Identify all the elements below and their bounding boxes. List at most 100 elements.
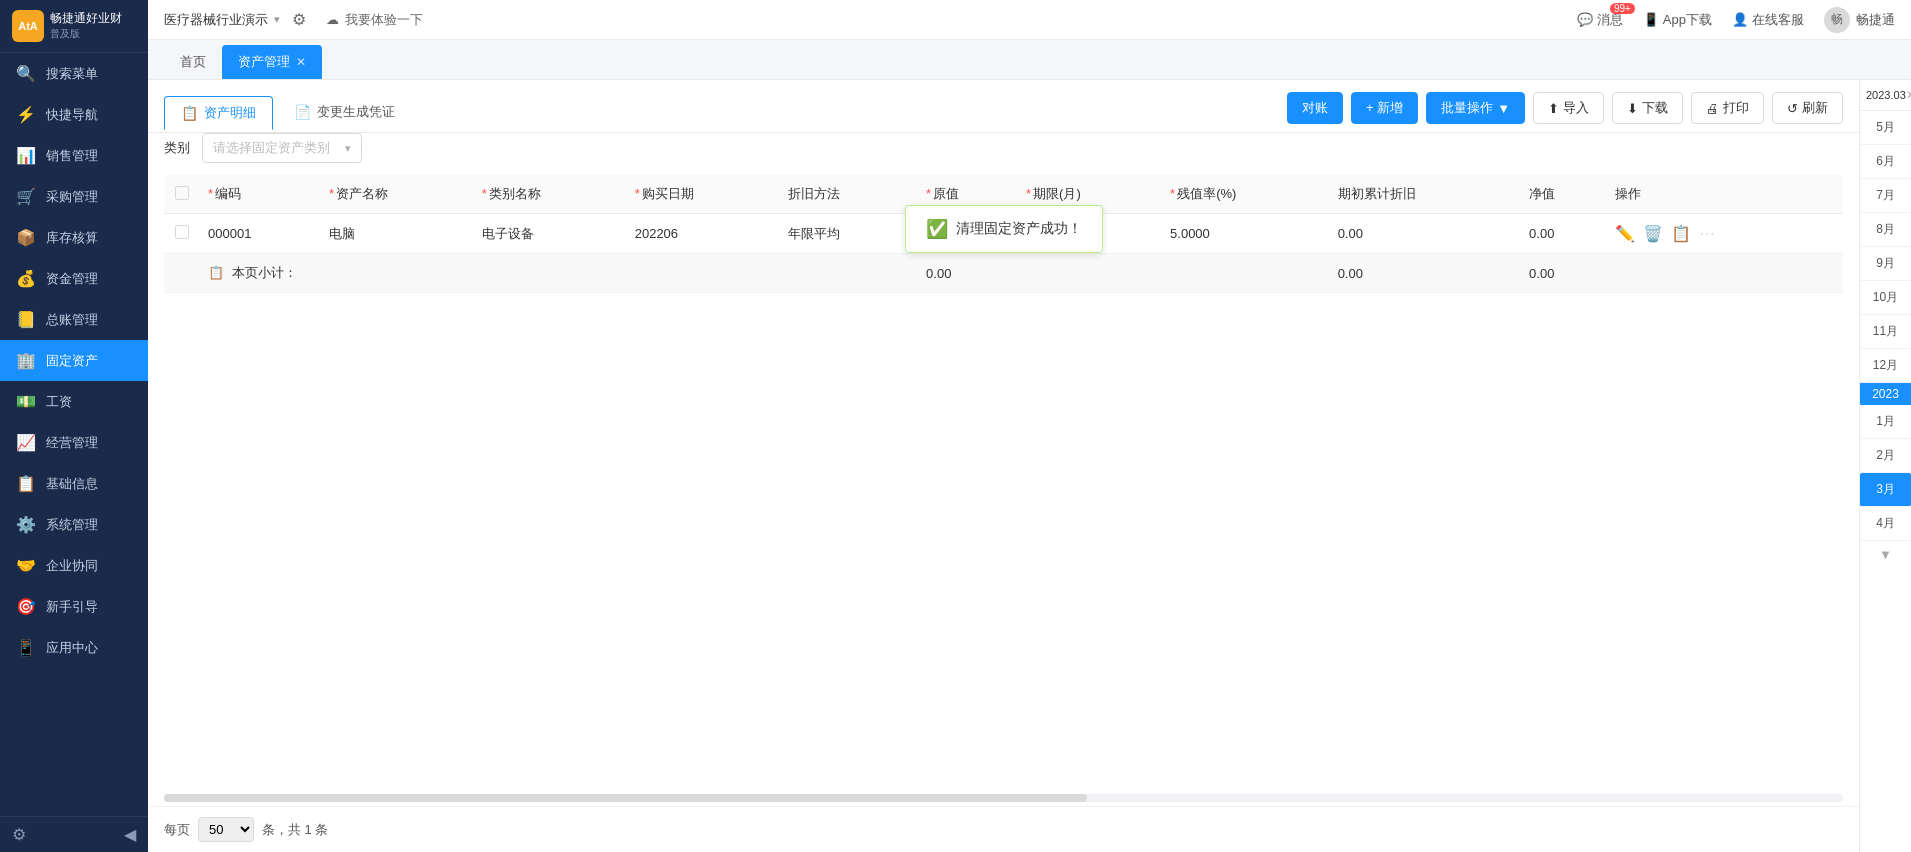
year-title: 2023.03 xyxy=(1866,89,1906,101)
sidebar-item-purchase[interactable]: 🛒 采购管理 xyxy=(0,176,148,217)
refresh-button[interactable]: ↺ 刷新 xyxy=(1772,92,1843,124)
month-10[interactable]: 10月 xyxy=(1860,281,1911,315)
cell-net-value: 0.00 xyxy=(1521,214,1607,254)
online-service-label: 在线客服 xyxy=(1752,11,1804,29)
import-button[interactable]: ⬆ 导入 xyxy=(1533,92,1604,124)
service-icon: 👤 xyxy=(1732,12,1748,27)
category-placeholder: 请选择固定资产类别 xyxy=(213,139,339,157)
header-checkbox[interactable] xyxy=(175,186,189,200)
sidebar-item-system[interactable]: ⚙️ 系统管理 xyxy=(0,504,148,545)
copy-icon[interactable]: 📋 xyxy=(1671,224,1691,243)
settings-icon[interactable]: ⚙ xyxy=(12,825,26,844)
asset-detail-icon: 📋 xyxy=(181,105,198,121)
sidebar-item-label-system: 系统管理 xyxy=(46,516,98,534)
header-initial-accumulated: 期初累计折旧 xyxy=(1330,175,1521,214)
sidebar-item-ledger[interactable]: 📒 总账管理 xyxy=(0,299,148,340)
year-label-2023[interactable]: 2023 xyxy=(1860,383,1911,405)
system-icon: ⚙️ xyxy=(16,515,36,534)
month-8[interactable]: 8月 xyxy=(1860,213,1911,247)
new-button[interactable]: + 新增 xyxy=(1351,92,1418,124)
sidebar-item-label-quick-nav: 快捷导航 xyxy=(46,106,98,124)
ledger-icon: 📒 xyxy=(16,310,36,329)
cloud-icon: ☁ xyxy=(326,12,339,27)
month-1[interactable]: 1月 xyxy=(1860,405,1911,439)
edit-icon[interactable]: ✏️ xyxy=(1615,224,1635,243)
month-12[interactable]: 12月 xyxy=(1860,349,1911,383)
select-arrow-icon: ▾ xyxy=(345,142,351,155)
cell-code: 000001 xyxy=(200,214,321,254)
horizontal-scrollbar[interactable] xyxy=(148,790,1859,806)
sidebar-item-enterprise[interactable]: 🤝 企业协同 xyxy=(0,545,148,586)
cell-name: 电脑 xyxy=(321,214,474,254)
sidebar-item-quick-nav[interactable]: ⚡ 快捷导航 xyxy=(0,94,148,135)
collapse-icon[interactable]: ◀ xyxy=(124,825,136,844)
online-service-button[interactable]: 👤 在线客服 xyxy=(1732,11,1804,29)
change-voucher-icon: 📄 xyxy=(294,104,311,120)
sidebar-item-label-basic-info: 基础信息 xyxy=(46,475,98,493)
month-5[interactable]: 5月 xyxy=(1860,111,1911,145)
experience-label: 我要体验一下 xyxy=(345,11,423,29)
year-sidebar: 2023.03 ✕ ⤢ 5月 6月 7月 8月 9月 10月 11月 12月 2… xyxy=(1859,80,1911,852)
sidebar-item-payroll[interactable]: 💵 工资 xyxy=(0,381,148,422)
quick-nav-icon: ⚡ xyxy=(16,105,36,124)
month-4[interactable]: 4月 xyxy=(1860,507,1911,541)
sales-icon: 📊 xyxy=(16,146,36,165)
avatar: 畅 xyxy=(1824,7,1850,33)
sub-tab-change-voucher[interactable]: 📄 变更生成凭证 xyxy=(277,95,412,129)
filter-label: 类别 xyxy=(164,139,190,157)
month-7[interactable]: 7月 xyxy=(1860,179,1911,213)
guide-icon: 🎯 xyxy=(16,597,36,616)
per-page-select[interactable]: 50 10 20 100 xyxy=(198,817,254,842)
sidebar-item-label-operations: 经营管理 xyxy=(46,434,98,452)
reconcile-button[interactable]: 对账 xyxy=(1287,92,1343,124)
sidebar-item-capital[interactable]: 💰 资金管理 xyxy=(0,258,148,299)
header-purchase-date: *购买日期 xyxy=(627,175,780,214)
batch-label: 批量操作 xyxy=(1441,99,1493,117)
sub-tab-asset-detail[interactable]: 📋 资产明细 xyxy=(164,96,273,130)
more-icon[interactable]: ⋯ xyxy=(1699,224,1715,243)
month-9[interactable]: 9月 xyxy=(1860,247,1911,281)
sidebar-item-operations[interactable]: 📈 经营管理 xyxy=(0,422,148,463)
sidebar-item-app-center[interactable]: 📱 应用中心 xyxy=(0,627,148,668)
success-toast: ✅ 清理固定资产成功！ xyxy=(905,205,1103,253)
download-button[interactable]: ⬇ 下载 xyxy=(1612,92,1683,124)
company-selector[interactable]: 医疗器械行业演示 ▾ xyxy=(164,11,280,29)
experience-button[interactable]: ☁ 我要体验一下 xyxy=(326,11,423,29)
sidebar-item-label-sales: 销售管理 xyxy=(46,147,98,165)
home-tab-label: 首页 xyxy=(180,53,206,71)
total-count-label: 条，共 1 条 xyxy=(262,821,328,839)
user-profile[interactable]: 畅 畅捷通 xyxy=(1824,7,1895,33)
main-panel: 📋 资产明细 📄 变更生成凭证 对账 + 新增 批量操作 ▼ ⬆ xyxy=(148,80,1859,852)
category-select[interactable]: 请选择固定资产类别 ▾ xyxy=(202,133,362,163)
batch-button[interactable]: 批量操作 ▼ xyxy=(1426,92,1525,124)
sidebar-item-guide[interactable]: 🎯 新手引导 xyxy=(0,586,148,627)
delete-icon[interactable]: 🗑️ xyxy=(1643,224,1663,243)
cell-depreciation: 年限平均 xyxy=(780,214,919,254)
sidebar-item-basic-info[interactable]: 📋 基础信息 xyxy=(0,463,148,504)
notifications-button[interactable]: 💬 消息 99+ xyxy=(1577,11,1623,29)
batch-arrow-icon: ▼ xyxy=(1497,101,1510,116)
month-6[interactable]: 6月 xyxy=(1860,145,1911,179)
tab-asset-mgmt[interactable]: 资产管理 ✕ xyxy=(222,45,322,79)
tab-home[interactable]: 首页 xyxy=(164,45,222,79)
month-2[interactable]: 2月 xyxy=(1860,439,1911,473)
app-download-button[interactable]: 📱 App下载 xyxy=(1643,11,1712,29)
sidebar-item-inventory[interactable]: 📦 库存核算 xyxy=(0,217,148,258)
month-11[interactable]: 11月 xyxy=(1860,315,1911,349)
month-down-icon[interactable]: ▼ xyxy=(1860,541,1911,568)
row-checkbox[interactable] xyxy=(175,225,189,239)
sidebar-item-sales[interactable]: 📊 销售管理 xyxy=(0,135,148,176)
year-close-icon[interactable]: ✕ xyxy=(1906,88,1911,102)
tab-close-icon[interactable]: ✕ xyxy=(296,55,306,69)
month-3-current[interactable]: 3月 xyxy=(1860,473,1911,507)
logo-text: 畅捷通好业财 普及版 xyxy=(50,11,122,41)
header-residual-rate: *残值率(%) xyxy=(1162,175,1330,214)
sidebar-item-fixed-assets[interactable]: 🏢 固定资产 xyxy=(0,340,148,381)
print-button[interactable]: 🖨 打印 xyxy=(1691,92,1764,124)
subtotal-original-value: 0.00 xyxy=(918,254,1018,293)
topbar-settings-icon[interactable]: ⚙ xyxy=(292,10,306,29)
subtotal-icon: 📋 xyxy=(208,265,224,280)
asset-mgmt-tab-label: 资产管理 xyxy=(238,53,290,71)
download-icon: ⬇ xyxy=(1627,101,1638,116)
sidebar-item-search[interactable]: 🔍 搜索菜单 xyxy=(0,53,148,94)
